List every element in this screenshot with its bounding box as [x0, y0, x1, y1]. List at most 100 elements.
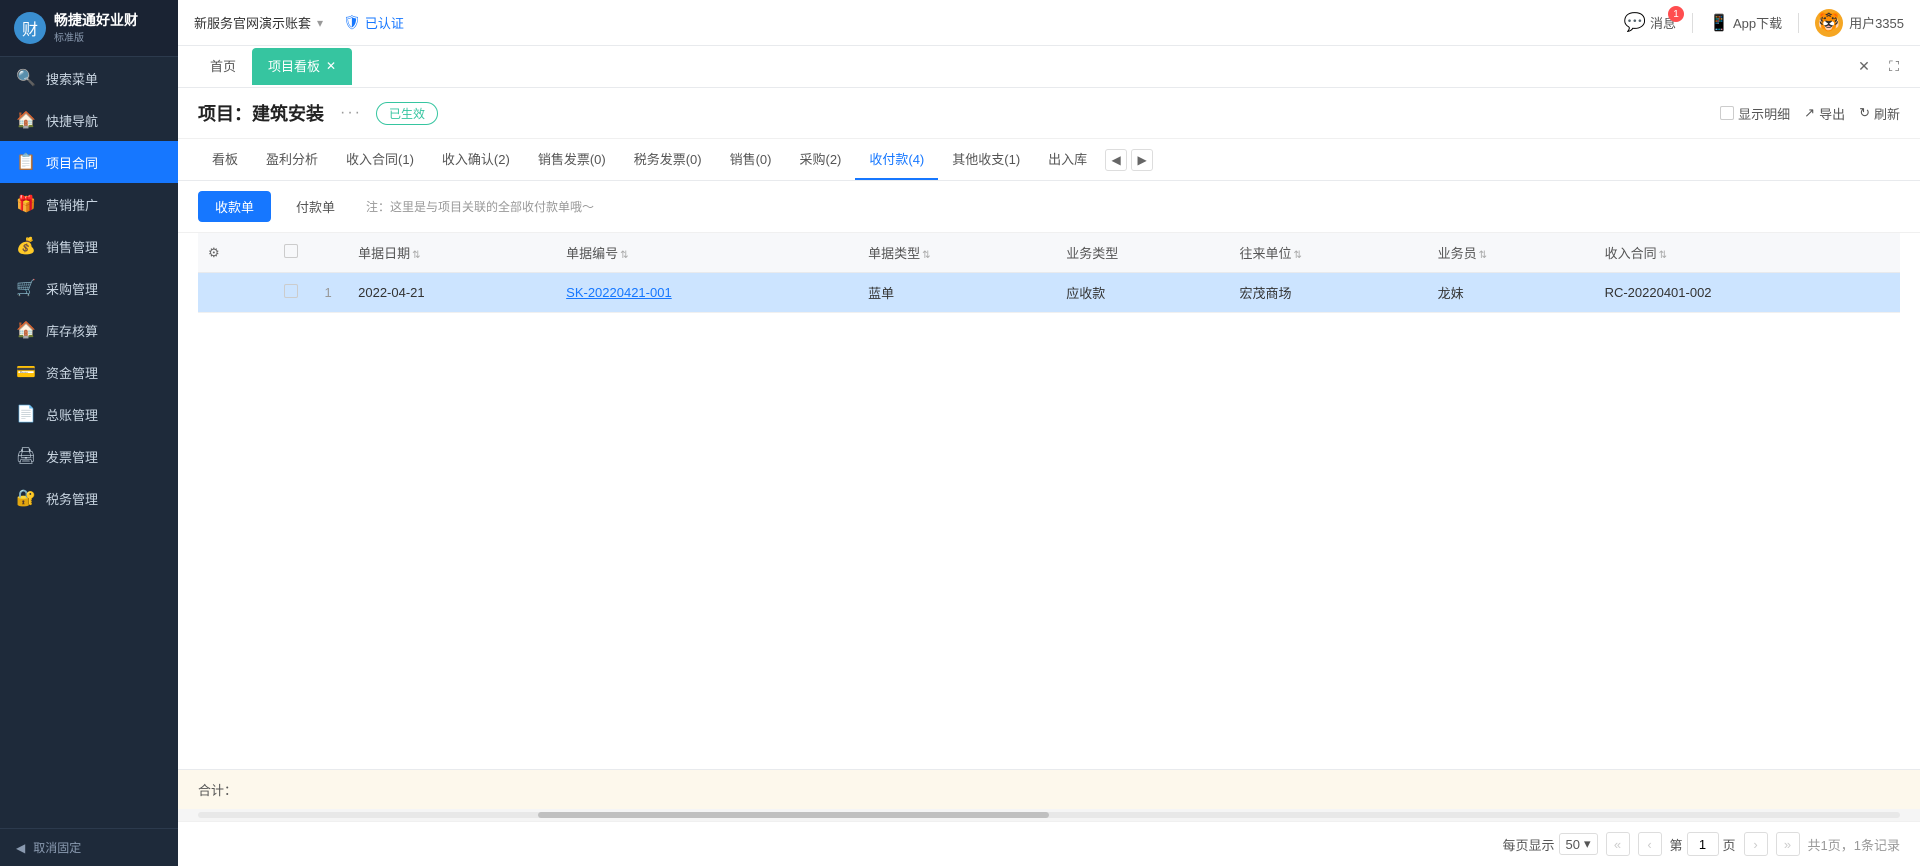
divider: [1692, 13, 1693, 33]
col-code[interactable]: 单据编号⇅: [556, 233, 858, 273]
show-detail-checkbox[interactable]: 显示明细: [1720, 104, 1790, 123]
pin-icon: ◀: [16, 841, 25, 855]
sort-icon: ⇅: [412, 250, 420, 261]
sub-tab-sales-invoice[interactable]: 销售发票(0): [524, 139, 620, 180]
sidebar-item-nav[interactable]: 🏠 快捷导航: [0, 99, 178, 141]
last-page-button[interactable]: »: [1776, 832, 1800, 856]
sidebar-pin-toggle[interactable]: ◀ 取消固定: [0, 828, 178, 866]
col-select-all[interactable]: [274, 233, 308, 273]
row-checkbox[interactable]: [284, 284, 298, 298]
maximize-button[interactable]: ⛶: [1884, 57, 1904, 77]
close-button[interactable]: ✕: [1854, 57, 1874, 77]
row-code[interactable]: SK-20220421-001: [556, 273, 858, 313]
col-salesperson[interactable]: 业务员⇅: [1428, 233, 1595, 273]
sub-tab-income-contract[interactable]: 收入合同(1): [332, 139, 428, 180]
topbar-project-name: 新服务官网演示账套: [194, 13, 311, 32]
sidebar-item-label: 项目合同: [46, 153, 98, 172]
col-type[interactable]: 单据类型⇅: [858, 233, 1056, 273]
row-settings: [198, 273, 274, 313]
first-page-button[interactable]: «: [1606, 832, 1630, 856]
row-checkbox-cell[interactable]: [274, 273, 308, 313]
tab-home[interactable]: 首页: [194, 48, 252, 85]
app-download-button[interactable]: 📱 App下载: [1709, 13, 1782, 33]
sub-tab-other[interactable]: 其他收支(1): [938, 139, 1034, 180]
scrollbar-track: [198, 812, 1900, 818]
sub-tab-income-confirm[interactable]: 收入确认(2): [428, 139, 524, 180]
payment-toggle[interactable]: 付款单: [279, 191, 352, 222]
document-link[interactable]: SK-20220421-001: [566, 285, 672, 300]
app-edition: 标准版: [54, 29, 138, 44]
sidebar-item-search[interactable]: 🔍 搜索菜单: [0, 57, 178, 99]
ledger-icon: 📄: [16, 404, 36, 424]
sub-tab-tax-invoice[interactable]: 税务发票(0): [620, 139, 716, 180]
sub-tab-inout[interactable]: 出入库: [1034, 139, 1101, 180]
sidebar-item-marketing[interactable]: 🎁 营销推广: [0, 183, 178, 225]
message-icon: 💬: [1624, 12, 1646, 33]
sidebar-item-purchase[interactable]: 🛒 采购管理: [0, 267, 178, 309]
export-button[interactable]: ↗ 导出: [1804, 104, 1845, 123]
row-num: 1: [308, 273, 348, 313]
scrollbar-thumb[interactable]: [538, 812, 1049, 818]
certified-label: 已认证: [365, 13, 404, 32]
more-icon[interactable]: ···: [340, 104, 362, 122]
user-menu[interactable]: 🐯 用户3355: [1815, 9, 1904, 37]
col-contract[interactable]: 收入合同⇅: [1595, 233, 1900, 273]
settings-icon[interactable]: ⚙: [208, 245, 220, 260]
message-button[interactable]: 💬 1 消息: [1624, 12, 1676, 33]
sidebar-item-tax[interactable]: 🔐 税务管理: [0, 477, 178, 519]
sidebar-item-inventory[interactable]: 🏠 库存核算: [0, 309, 178, 351]
row-partner: 宏茂商场: [1229, 273, 1427, 313]
inventory-icon: 🏠: [16, 320, 36, 340]
sub-tab-purchase[interactable]: 采购(2): [785, 139, 855, 180]
home-icon: 🏠: [16, 110, 36, 130]
sidebar-item-sales[interactable]: 💰 销售管理: [0, 225, 178, 267]
refresh-icon: ↻: [1859, 105, 1870, 121]
prev-page-button[interactable]: ‹: [1638, 832, 1662, 856]
sidebar-item-project[interactable]: 📋 项目合同: [0, 141, 178, 183]
shield-icon: 🛡: [343, 14, 361, 31]
page-size-select: 每页显示 50 ▾: [1502, 833, 1597, 855]
project-status-badge: 已生效: [376, 102, 438, 125]
phone-icon: 📱: [1709, 13, 1729, 33]
sub-tab-payment[interactable]: 收付款(4): [855, 139, 938, 180]
sub-tab-profit[interactable]: 盈利分析: [252, 139, 332, 180]
table-row[interactable]: 1 2022-04-21 SK-20220421-001 蓝单 应收款 宏茂商场…: [198, 273, 1900, 313]
message-badge: 1: [1668, 6, 1684, 22]
page-input[interactable]: [1687, 832, 1719, 856]
sidebar-item-invoice[interactable]: 🖨 发票管理: [0, 435, 178, 477]
col-settings[interactable]: ⚙: [198, 233, 274, 273]
select-all-checkbox[interactable]: [284, 244, 298, 258]
sidebar-nav: 🔍 搜索菜单 🏠 快捷导航 📋 项目合同 🎁 营销推广 💰 销售管理 🛒 采购管…: [0, 57, 178, 828]
sort-icon2: ⇅: [620, 250, 628, 261]
funds-icon: 💳: [16, 362, 36, 382]
total-info: 共1页，1条记录: [1808, 835, 1900, 854]
col-partner[interactable]: 往来单位⇅: [1229, 233, 1427, 273]
sub-tab-sales[interactable]: 销售(0): [716, 139, 786, 180]
sub-tab-next[interactable]: ▶: [1131, 149, 1153, 171]
project-name: 建筑安装: [252, 104, 324, 124]
sidebar-bottom-label: 取消固定: [33, 839, 81, 856]
divider2: [1798, 13, 1799, 33]
tab-close-icon[interactable]: ✕: [326, 59, 336, 73]
per-page-dropdown[interactable]: 50 ▾: [1559, 833, 1598, 855]
sidebar: 财 畅捷通好业财 标准版 🔍 搜索菜单 🏠 快捷导航 📋 项目合同 🎁 营销推广…: [0, 0, 178, 866]
sidebar-item-ledger[interactable]: 📄 总账管理: [0, 393, 178, 435]
per-page-label: 每页显示: [1502, 835, 1554, 854]
sub-tab-kanban[interactable]: 看板: [198, 139, 252, 180]
tab-project-board[interactable]: 项目看板 ✕: [252, 48, 352, 85]
topbar: 新服务官网演示账套 ▾ 🛡 已认证 💬 1 消息 📱 App下载 🐯 用户335…: [178, 0, 1920, 46]
col-date[interactable]: 单据日期⇅: [348, 233, 556, 273]
collection-toggle[interactable]: 收款单: [198, 191, 271, 222]
row-salesperson: 龙妹: [1428, 273, 1595, 313]
refresh-button[interactable]: ↻ 刷新: [1859, 104, 1900, 123]
chevron-down-icon[interactable]: ▾: [317, 16, 323, 30]
page-info: 第 页: [1670, 832, 1736, 856]
pagination: 每页显示 50 ▾ « ‹ 第 页 › » 共1页，1条记录: [178, 821, 1920, 866]
sidebar-item-funds[interactable]: 💳 资金管理: [0, 351, 178, 393]
next-page-button[interactable]: ›: [1744, 832, 1768, 856]
avatar: 🐯: [1815, 9, 1843, 37]
tabbar: 首页 项目看板 ✕ ✕ ⛶: [178, 46, 1920, 88]
sidebar-item-label: 快捷导航: [46, 111, 98, 130]
sub-tab-prev[interactable]: ◀: [1105, 149, 1127, 171]
export-icon: ↗: [1804, 105, 1815, 121]
